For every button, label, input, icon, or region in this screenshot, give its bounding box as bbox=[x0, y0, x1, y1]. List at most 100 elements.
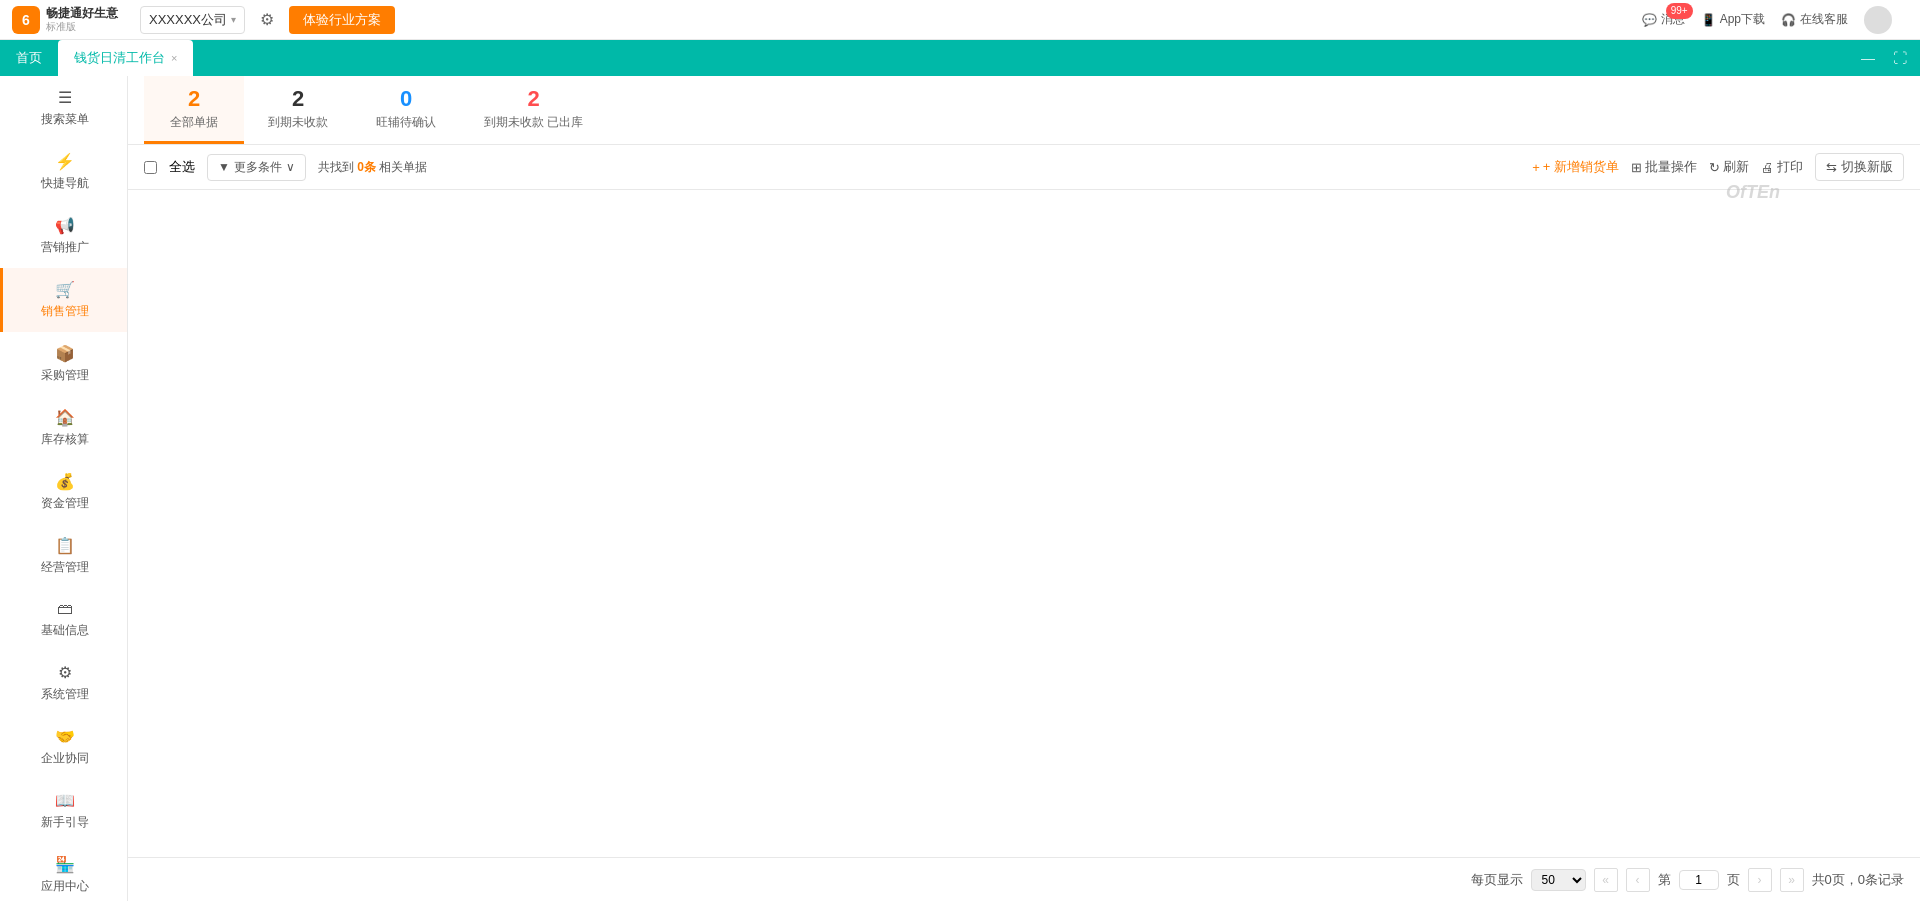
sidebar-item-system[interactable]: ⚙ 系统管理 bbox=[0, 651, 127, 715]
sidebar-finance-label: 资金管理 bbox=[41, 495, 89, 512]
refresh-icon: ↻ bbox=[1709, 160, 1720, 175]
company-selector[interactable]: XXXXXX公司 ▾ bbox=[140, 6, 245, 34]
stat-label-all: 全部单据 bbox=[170, 114, 218, 131]
print-button[interactable]: 🖨 打印 bbox=[1761, 158, 1803, 176]
filter-chevron: ∨ bbox=[286, 160, 295, 174]
stat-tab-pending[interactable]: 0 旺辅待确认 bbox=[352, 76, 460, 144]
message-badge: 99+ bbox=[1666, 3, 1693, 19]
print-icon: 🖨 bbox=[1761, 160, 1774, 175]
online-service-btn[interactable]: 🎧 在线客服 bbox=[1781, 11, 1848, 28]
sidebar-sales-label: 销售管理 bbox=[41, 303, 89, 320]
toolbar: 全选 ▼ 更多条件 ∨ 共找到 0条 相关单据 + + 新增销货单 ⊞ 批量操作 bbox=[128, 145, 1920, 190]
sidebar-basicinfo-label: 基础信息 bbox=[41, 622, 89, 639]
header-center: XXXXXX公司 ▾ ⚙ 体验行业方案 bbox=[140, 6, 1642, 34]
stat-label-pending: 旺辅待确认 bbox=[376, 114, 436, 131]
company-name: XXXXXX公司 bbox=[149, 11, 227, 29]
tab-active[interactable]: 钱货日清工作台 × bbox=[58, 40, 193, 76]
found-text: 共找到 0条 相关单据 bbox=[318, 159, 427, 176]
switch-icon: ⇆ bbox=[1826, 160, 1837, 175]
sidebar-item-finance[interactable]: 💰 资金管理 bbox=[0, 460, 127, 524]
sidebar-item-basic-info[interactable]: 🗃 基础信息 bbox=[0, 588, 127, 651]
sidebar-item-enterprise[interactable]: 🤝 企业协同 bbox=[0, 715, 127, 779]
add-sale-order-button[interactable]: + + 新增销货单 bbox=[1532, 158, 1619, 176]
filter-button[interactable]: ▼ 更多条件 ∨ bbox=[207, 154, 306, 181]
page-number-input[interactable] bbox=[1679, 870, 1719, 890]
tab-close-icon[interactable]: × bbox=[171, 52, 177, 64]
sidebar-apps-label: 应用中心 bbox=[41, 878, 89, 895]
window-maximize-icon[interactable]: ⛶ bbox=[1888, 46, 1912, 70]
sidebar-item-guide[interactable]: 📖 新手引导 bbox=[0, 779, 127, 843]
settings-icon-btn[interactable]: ⚙ bbox=[253, 6, 281, 34]
sidebar: ☰ 搜索菜单 ⚡ 快捷导航 📢 营销推广 🛒 销售管理 📦 采购管理 🏠 库存核… bbox=[0, 76, 128, 901]
batch-operation-button[interactable]: ⊞ 批量操作 bbox=[1631, 158, 1697, 176]
toolbar-right: + + 新增销货单 ⊞ 批量操作 ↻ 刷新 🖨 打印 ⇆ 切换新版 bbox=[1532, 153, 1904, 181]
online-service-label: 在线客服 bbox=[1800, 11, 1848, 28]
stat-tab-all[interactable]: 2 全部单据 bbox=[144, 76, 244, 144]
finance-icon: 💰 bbox=[55, 472, 75, 491]
message-icon: 💬 bbox=[1642, 13, 1657, 27]
logo-icon: 6 bbox=[12, 6, 40, 34]
download-icon: 📱 bbox=[1701, 13, 1716, 27]
switch-version-button[interactable]: ⇆ 切换新版 bbox=[1815, 153, 1904, 181]
first-page-btn[interactable]: « bbox=[1594, 868, 1618, 892]
stat-count-all: 2 bbox=[188, 86, 200, 112]
tab-bar: 首页 钱货日清工作台 × — ⛶ bbox=[0, 40, 1920, 76]
app-subtitle: 标准版 bbox=[46, 21, 118, 33]
sidebar-item-apps[interactable]: 🏪 应用中心 bbox=[0, 843, 127, 901]
tab-bar-actions: — ⛶ bbox=[1856, 46, 1920, 70]
enterprise-icon: 🤝 bbox=[55, 727, 75, 746]
sidebar-item-inventory[interactable]: 🏠 库存核算 bbox=[0, 396, 127, 460]
sidebar-item-search[interactable]: ☰ 搜索菜单 bbox=[0, 76, 127, 140]
app-title: 畅捷通好生意 bbox=[46, 6, 118, 20]
prev-page-btn[interactable]: ‹ bbox=[1626, 868, 1650, 892]
apps-icon: 🏪 bbox=[55, 855, 75, 874]
search-menu-icon: ☰ bbox=[58, 88, 72, 107]
sidebar-operations-label: 经营管理 bbox=[41, 559, 89, 576]
avatar[interactable] bbox=[1864, 6, 1892, 34]
stats-tabs: 2 全部单据 2 到期未收款 0 旺辅待确认 2 到期未收款 已出库 bbox=[128, 76, 1920, 145]
sidebar-system-label: 系统管理 bbox=[41, 686, 89, 703]
sidebar-guide-label: 新手引导 bbox=[41, 814, 89, 831]
main-layout: ☰ 搜索菜单 ⚡ 快捷导航 📢 营销推广 🛒 销售管理 📦 采购管理 🏠 库存核… bbox=[0, 76, 1920, 901]
stat-label-overdue-shipped: 到期未收款 已出库 bbox=[484, 114, 583, 131]
select-all-checkbox[interactable] bbox=[144, 161, 157, 174]
page-size-select[interactable]: 50 100 200 bbox=[1531, 869, 1586, 891]
stat-count-overdue: 2 bbox=[292, 86, 304, 112]
sidebar-item-operations[interactable]: 📋 经营管理 bbox=[0, 524, 127, 588]
purchase-icon: 📦 bbox=[55, 344, 75, 363]
sidebar-item-sales[interactable]: 🛒 销售管理 bbox=[0, 268, 127, 332]
system-icon: ⚙ bbox=[58, 663, 72, 682]
basic-info-icon: 🗃 bbox=[57, 600, 73, 618]
sales-icon: 🛒 bbox=[55, 280, 75, 299]
operations-icon: 📋 bbox=[55, 536, 75, 555]
guide-icon: 📖 bbox=[55, 791, 75, 810]
stat-tab-overdue-shipped[interactable]: 2 到期未收款 已出库 bbox=[460, 76, 607, 144]
page-prefix: 第 bbox=[1658, 871, 1671, 889]
select-all-label: 全选 bbox=[169, 158, 195, 176]
page-size-label: 每页显示 bbox=[1471, 871, 1523, 889]
sidebar-inventory-label: 库存核算 bbox=[41, 431, 89, 448]
headset-icon: 🎧 bbox=[1781, 13, 1796, 27]
gear-icon: ⚙ bbox=[260, 10, 274, 29]
window-minimize-icon[interactable]: — bbox=[1856, 46, 1880, 70]
sidebar-item-quicknav[interactable]: ⚡ 快捷导航 bbox=[0, 140, 127, 204]
logo-area: 6 畅捷通好生意 标准版 bbox=[12, 6, 140, 34]
tab-home[interactable]: 首页 bbox=[0, 40, 58, 76]
message-btn[interactable]: 💬 消息 99+ bbox=[1642, 11, 1685, 28]
refresh-button[interactable]: ↻ 刷新 bbox=[1709, 158, 1749, 176]
inventory-icon: 🏠 bbox=[55, 408, 75, 427]
app-download-btn[interactable]: 📱 App下载 bbox=[1701, 11, 1765, 28]
trial-button[interactable]: 体验行业方案 bbox=[289, 6, 395, 34]
sidebar-item-marketing[interactable]: 📢 营销推广 bbox=[0, 204, 127, 268]
table-area bbox=[128, 190, 1920, 857]
next-page-btn[interactable]: › bbox=[1748, 868, 1772, 892]
stat-label-overdue: 到期未收款 bbox=[268, 114, 328, 131]
sidebar-item-purchase[interactable]: 📦 采购管理 bbox=[0, 332, 127, 396]
plus-icon: + bbox=[1532, 160, 1540, 175]
quick-nav-icon: ⚡ bbox=[55, 152, 75, 171]
stat-count-overdue-shipped: 2 bbox=[528, 86, 540, 112]
stat-count-pending: 0 bbox=[400, 86, 412, 112]
last-page-btn[interactable]: » bbox=[1780, 868, 1804, 892]
total-records: 共0页，0条记录 bbox=[1812, 871, 1904, 889]
stat-tab-overdue[interactable]: 2 到期未收款 bbox=[244, 76, 352, 144]
